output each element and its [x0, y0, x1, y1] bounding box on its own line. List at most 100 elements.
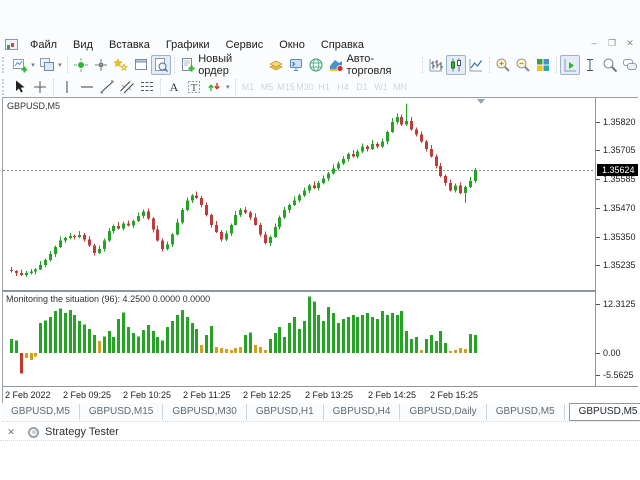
crosshair-tool-button[interactable]: [30, 77, 50, 97]
time-axis[interactable]: 2 Feb 2022 2 Feb 09:25 2 Feb 10:25 2 Feb…: [3, 386, 638, 403]
period-m30-button[interactable]: M30: [296, 79, 315, 95]
chart-tab-gbpusd-m5-2[interactable]: GBPUSD,M5: [487, 404, 565, 420]
chart-tab-gbpusd-daily[interactable]: GBPUSD,Daily: [400, 404, 487, 420]
toolbar-grip[interactable]: [2, 56, 7, 73]
chevron-down-icon: ▾: [226, 84, 230, 91]
chart-tab-gbpusd-h4[interactable]: GBPUSD,H4: [324, 404, 401, 420]
cursor-arrow-icon: [16, 80, 25, 93]
chart-drag-icon: [73, 57, 88, 72]
chevron-down-icon: ▾: [58, 61, 62, 69]
tile-windows-icon: [536, 58, 549, 71]
community-button[interactable]: [306, 55, 326, 75]
channel-button[interactable]: [117, 77, 137, 97]
new-order-button[interactable]: Новый ордер: [178, 53, 266, 77]
arrows-tool-button[interactable]: ▾: [204, 77, 232, 97]
strategy-tester-label: Strategy Tester: [45, 426, 119, 438]
time-tick: 2 Feb 15:25: [430, 390, 479, 400]
new-chart-icon: [12, 58, 28, 72]
period-m5-button[interactable]: M5: [258, 79, 277, 95]
period-d1-button[interactable]: D1: [353, 79, 372, 95]
menu-window[interactable]: Окно: [271, 38, 313, 52]
fibonacci-button[interactable]: [137, 77, 157, 97]
restore-button[interactable]: ❐: [606, 38, 618, 49]
chart-drag-button[interactable]: [71, 55, 91, 75]
minimize-button[interactable]: –: [588, 38, 600, 49]
crosshair-button[interactable]: [91, 55, 111, 75]
profiles-button[interactable]: ▾: [37, 55, 64, 75]
indicator-tick: 0.00: [596, 348, 621, 358]
autotrading-button[interactable]: Авто-торговля: [326, 53, 419, 77]
time-tick: 2 Feb 10:25: [123, 390, 172, 400]
frame-button[interactable]: [131, 55, 151, 75]
period-h1-button[interactable]: H1: [315, 79, 334, 95]
depth-of-market-button[interactable]: [266, 55, 286, 75]
indicator-histogram: [10, 296, 477, 374]
cursor-button[interactable]: [10, 77, 30, 97]
objects-button[interactable]: [111, 55, 131, 75]
chart-tab-gbpusd-m5[interactable]: GBPUSD,M5: [2, 404, 80, 420]
candlestick-icon: [450, 58, 461, 71]
label-tool-button[interactable]: T: [184, 77, 204, 97]
panel-close-button[interactable]: ✕: [4, 427, 18, 438]
chart-tab-gbpusd-h1[interactable]: GBPUSD,H1: [247, 404, 324, 420]
channel-icon: [120, 81, 134, 94]
chart-tab-gbpusd-m5-visual[interactable]: GBPUSD,M5 (visual): [568, 403, 640, 421]
menu-tools[interactable]: Сервис: [218, 38, 272, 52]
menu-view[interactable]: Вид: [65, 38, 101, 52]
close-button[interactable]: ✕: [624, 38, 636, 49]
svg-text:A: A: [170, 80, 179, 94]
search-button[interactable]: [600, 55, 620, 75]
indicator-pane[interactable]: Monitoring the situation (96): 4.2500 0.…: [3, 292, 595, 386]
chat-button[interactable]: [620, 55, 640, 75]
horizontal-line-button[interactable]: [77, 77, 97, 97]
indicator-tick: 12.3125: [596, 299, 636, 309]
period-h4-button[interactable]: H4: [334, 79, 353, 95]
search-icon: [603, 58, 618, 72]
svg-text:T: T: [191, 82, 198, 94]
period-mn-button[interactable]: MN: [391, 79, 410, 95]
candlestick-mode-button[interactable]: [445, 54, 466, 75]
preview-button[interactable]: [150, 54, 171, 75]
autotrading-icon: [329, 59, 344, 72]
new-order-icon: [181, 57, 195, 71]
profiles-icon: [39, 57, 54, 71]
depth-of-market-icon: [269, 60, 283, 70]
toolbar-grip[interactable]: [2, 79, 7, 95]
menu-help[interactable]: Справка: [313, 38, 372, 52]
data-window-button[interactable]: [580, 55, 600, 75]
new-chart-button[interactable]: ▾: [10, 55, 37, 75]
chart-tab-gbpusd-m15[interactable]: GBPUSD,M15: [80, 404, 164, 420]
toolbar-separator: [173, 56, 175, 73]
text-tool-button[interactable]: A: [164, 77, 184, 97]
chat-icon: [622, 58, 637, 70]
time-tick: 2 Feb 14:25: [368, 390, 417, 400]
line-chart-mode-button[interactable]: [466, 55, 486, 75]
toolbar-separator: [66, 56, 68, 73]
period-m15-button[interactable]: M15: [277, 79, 296, 95]
toolbar-separator: [421, 56, 423, 73]
zoom-in-button[interactable]: [493, 55, 513, 75]
time-tick: 2 Feb 2022: [5, 390, 51, 400]
candlestick-pane[interactable]: GBPUSD,M5: [3, 98, 595, 290]
period-w1-button[interactable]: W1: [372, 79, 391, 95]
bar-chart-mode-button[interactable]: [426, 55, 446, 75]
menu-insert[interactable]: Вставка: [101, 38, 158, 52]
chart-shift-icon: [564, 58, 576, 71]
zoom-out-button[interactable]: [513, 55, 533, 75]
price-axis[interactable]: 1.35820 1.35705 1.35585 1.35470 1.35350 …: [595, 98, 638, 386]
period-m1-button[interactable]: M1: [239, 79, 258, 95]
trendline-icon: [100, 80, 114, 94]
menu-charts[interactable]: Графики: [158, 38, 218, 52]
shapes-icon: [113, 57, 128, 71]
chevron-down-icon: ▾: [31, 61, 35, 69]
time-tick: 2 Feb 11:25: [183, 390, 231, 400]
toolbar-separator: [488, 56, 490, 73]
menu-file[interactable]: Файл: [22, 38, 65, 52]
toolbar-separator: [555, 56, 557, 73]
metaeditor-button[interactable]: [286, 55, 306, 75]
chart-shift-button[interactable]: [559, 54, 580, 75]
chart-tab-gbpusd-m30[interactable]: GBPUSD,M30: [163, 404, 247, 420]
tile-windows-button[interactable]: [533, 55, 553, 75]
trendline-button[interactable]: [97, 77, 117, 97]
vertical-line-button[interactable]: [57, 77, 77, 97]
